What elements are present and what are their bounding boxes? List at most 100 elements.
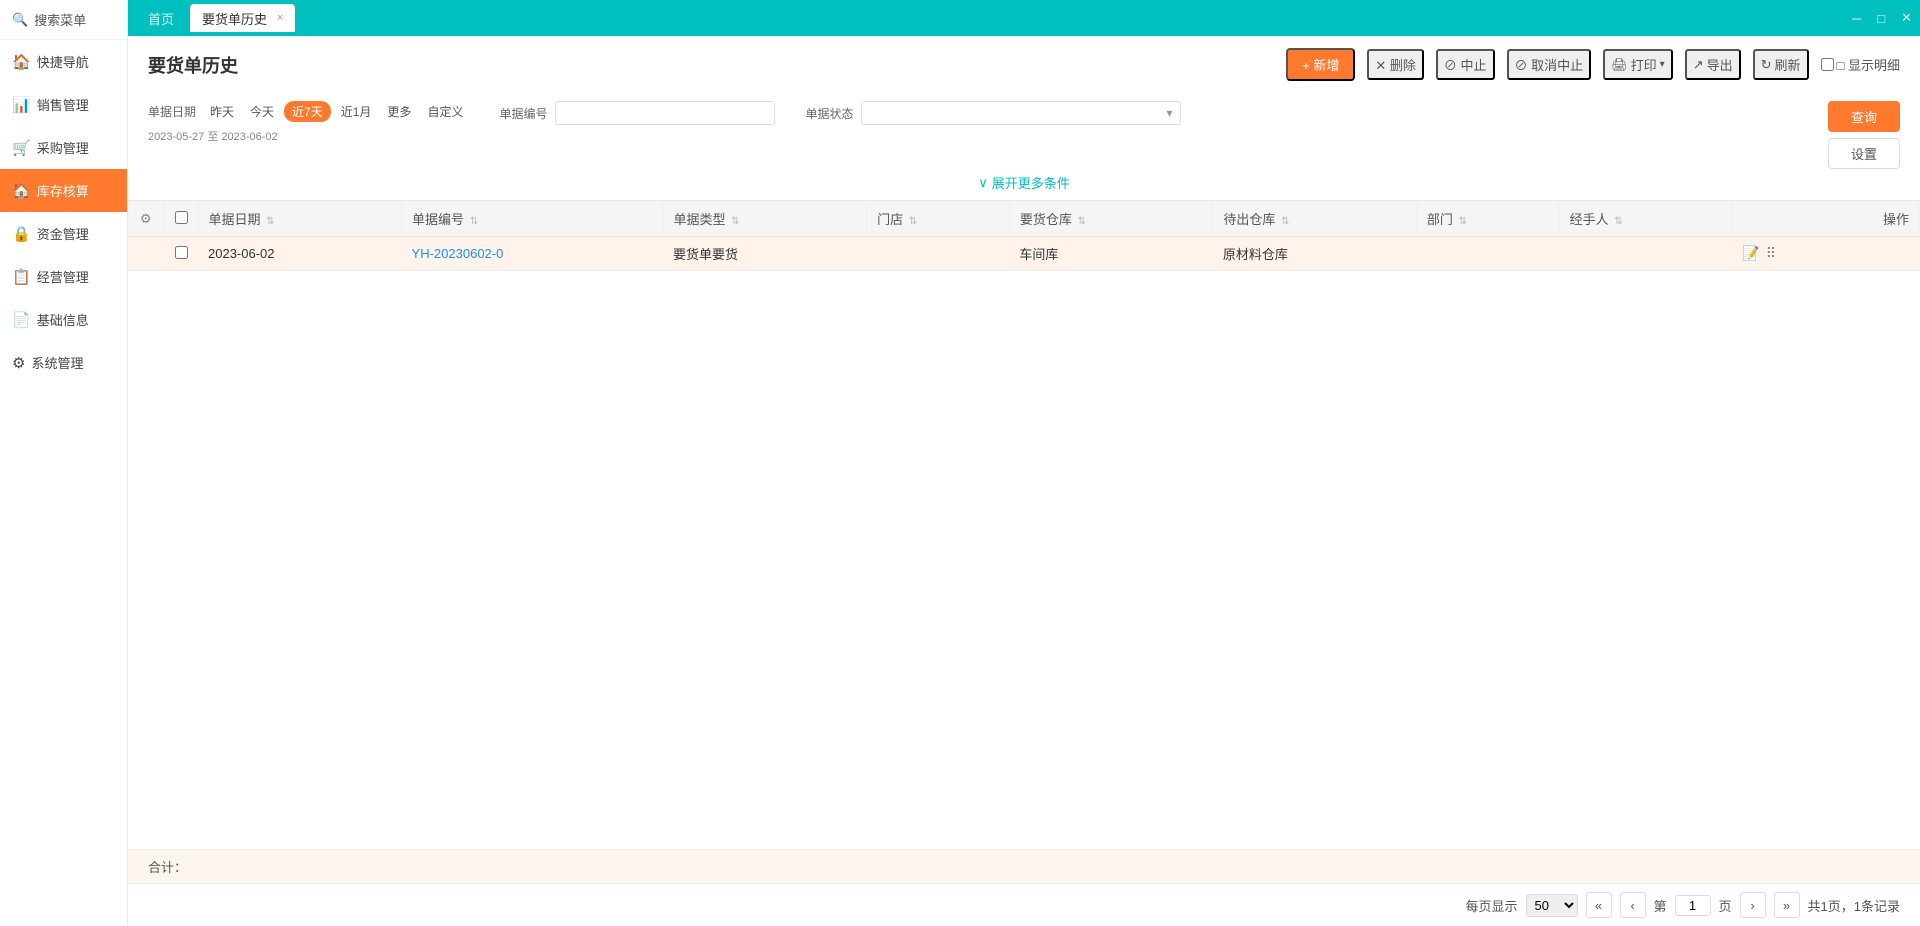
col-order-type[interactable]: 单据类型 ⇅ <box>663 201 867 237</box>
settings-col-header[interactable]: ⚙ <box>128 201 164 237</box>
sort-icon-order-no: ⇅ <box>470 216 478 227</box>
sort-icon-handler: ⇅ <box>1614 216 1622 227</box>
first-page-btn[interactable]: « <box>1586 892 1612 918</box>
date-btn-custom[interactable]: 自定义 <box>421 101 469 122</box>
tab-home[interactable]: 首页 <box>136 4 186 32</box>
table-footer: 合计： <box>128 849 1920 883</box>
status-filter-group: 单据状态 ▾ <box>805 101 1181 125</box>
sidebar-item-system[interactable]: ⚙ 系统管理 <box>0 341 127 384</box>
print-button[interactable]: 🖨 🖨 打印 打印 ▾ <box>1603 49 1673 80</box>
sidebar-item-basic[interactable]: 📄 基础信息 <box>0 298 127 341</box>
tab-close-icon[interactable]: × <box>277 12 283 24</box>
sidebar-item-sales[interactable]: 📊 销售管理 <box>0 83 127 126</box>
display-detail-checkbox[interactable] <box>1821 58 1834 71</box>
page-label: 第 <box>1654 896 1667 915</box>
sidebar-item-label: 库存核算 <box>37 181 89 200</box>
display-detail-button[interactable]: □ 显示明细 <box>1821 55 1900 74</box>
per-page-label: 每页显示 <box>1465 896 1517 915</box>
page-suffix: 页 <box>1719 896 1732 915</box>
date-btn-more[interactable]: 更多 <box>381 101 417 122</box>
col-action: 操作 <box>1732 201 1919 237</box>
col-store-label: 门店 <box>877 212 903 227</box>
sidebar-item-quick-nav[interactable]: 🏠 快捷导航 <box>0 40 127 83</box>
sidebar-item-finance[interactable]: 🔒 资金管理 <box>0 212 127 255</box>
sidebar-item-label: 资金管理 <box>37 224 89 243</box>
col-require-warehouse[interactable]: 要货仓库 ⇅ <box>1009 201 1213 237</box>
gear-icon: ⚙ <box>12 354 25 372</box>
row-checkbox-cell[interactable] <box>164 237 198 271</box>
col-pending-warehouse[interactable]: 待出仓库 ⇅ <box>1213 201 1417 237</box>
col-date[interactable]: 单据日期 ⇅ <box>198 201 402 237</box>
sidebar-item-label: 基础信息 <box>37 310 89 329</box>
new-button[interactable]: + 新增 <box>1286 48 1355 81</box>
order-table: ⚙ 单据日期 ⇅ 单据编号 ⇅ 单据类型 <box>128 201 1920 271</box>
content-area: 要货单历史 + 新增 ✕ 删除 ⊘ 中止 ⊘ 取消中止 🖨 🖨 打印 打印 ▾ … <box>128 36 1920 926</box>
expand-more-btn[interactable]: ∨ 展开更多条件 <box>148 169 1900 200</box>
col-department[interactable]: 部门 ⇅ <box>1416 201 1559 237</box>
prev-page-btn[interactable]: ‹ <box>1620 892 1646 918</box>
table-row: 2023-06-02 YH-20230602-0 要货单要货 车间库 原材料仓库 <box>128 237 1920 271</box>
sidebar-search[interactable]: 🔍 搜索菜单 <box>0 0 127 40</box>
col-date-label: 单据日期 <box>209 212 261 227</box>
print-dropdown-icon: ▾ <box>1660 59 1665 70</box>
col-department-label: 部门 <box>1427 212 1453 227</box>
checkbox-col-header[interactable] <box>164 201 198 237</box>
query-button[interactable]: 查询 <box>1828 101 1900 132</box>
date-btn-7days[interactable]: 近7天 <box>284 101 331 122</box>
stop-button[interactable]: ⊘ 中止 <box>1436 49 1495 80</box>
cart-icon: 🛒 <box>12 139 31 157</box>
window-minimize-btn[interactable]: ─ <box>1852 11 1861 26</box>
page-header: 要货单历史 + 新增 ✕ 删除 ⊘ 中止 ⊘ 取消中止 🖨 🖨 打印 打印 ▾ … <box>128 36 1920 201</box>
row-date: 2023-06-02 <box>198 237 402 271</box>
row-handler <box>1559 237 1732 271</box>
expand-more-label: 展开更多条件 <box>992 173 1070 192</box>
row-checkbox[interactable] <box>175 246 188 259</box>
search-icon: 🔍 <box>12 12 28 28</box>
refresh-icon: ↻ <box>1761 57 1772 73</box>
order-no-input[interactable] <box>555 101 775 125</box>
refresh-button[interactable]: ↻ 刷新 <box>1753 49 1809 80</box>
window-maximize-btn[interactable]: □ <box>1877 11 1885 26</box>
lock-icon: 🔒 <box>12 225 31 243</box>
row-edit-btn[interactable]: 📝 <box>1742 245 1759 262</box>
row-detail-btn[interactable]: ⠿ <box>1766 245 1776 262</box>
date-btn-yesterday[interactable]: 昨天 <box>204 101 240 122</box>
sidebar-item-label: 销售管理 <box>37 95 89 114</box>
date-buttons: 昨天 今天 近7天 近1月 更多 自定义 <box>204 101 469 122</box>
row-order-no-link[interactable]: YH-20230602-0 <box>412 246 504 261</box>
filter-setting-button[interactable]: 设置 <box>1828 138 1900 169</box>
chevron-down-icon: ∨ <box>978 175 988 191</box>
tab-order-history[interactable]: 要货单历史 × <box>190 4 295 32</box>
per-page-select[interactable]: 50 10 20 100 <box>1526 894 1578 917</box>
select-all-checkbox[interactable] <box>175 211 188 224</box>
total-label: 共1页，1条记录 <box>1808 896 1900 915</box>
col-require-warehouse-label: 要货仓库 <box>1020 212 1072 227</box>
last-page-btn[interactable]: » <box>1774 892 1800 918</box>
date-btn-1month[interactable]: 近1月 <box>335 101 378 122</box>
page-input[interactable] <box>1675 895 1711 916</box>
next-page-btn[interactable]: › <box>1740 892 1766 918</box>
cancel-stop-button[interactable]: ⊘ 取消中止 <box>1507 49 1592 80</box>
status-dropdown-icon: ▾ <box>1166 106 1172 120</box>
table-header-row: ⚙ 单据日期 ⇅ 单据编号 ⇅ 单据类型 <box>128 201 1920 237</box>
sum-label: 合计： <box>148 857 187 876</box>
row-pending-warehouse: 原材料仓库 <box>1213 237 1417 271</box>
date-btn-today[interactable]: 今天 <box>244 101 280 122</box>
display-detail-label: □ 显示明细 <box>1837 55 1900 74</box>
col-order-no[interactable]: 单据编号 ⇅ <box>402 201 663 237</box>
status-select[interactable]: ▾ <box>861 101 1181 125</box>
tab-home-label: 首页 <box>148 9 174 28</box>
clipboard-icon: 📋 <box>12 268 31 286</box>
sidebar-item-inventory[interactable]: 🏠 库存核算 <box>0 169 127 212</box>
export-icon: ↗ <box>1693 57 1704 73</box>
col-handler[interactable]: 经手人 ⇅ <box>1559 201 1732 237</box>
sidebar-item-operation[interactable]: 📋 经营管理 <box>0 255 127 298</box>
document-icon: 📄 <box>12 311 31 329</box>
col-store[interactable]: 门店 ⇅ <box>867 201 1010 237</box>
window-close-btn[interactable]: ✕ <box>1901 10 1912 26</box>
export-button[interactable]: ↗ 导出 <box>1685 49 1741 80</box>
home-icon: 🏠 <box>12 53 31 71</box>
delete-button[interactable]: ✕ 删除 <box>1367 49 1424 80</box>
sidebar-item-purchase[interactable]: 🛒 采购管理 <box>0 126 127 169</box>
status-label: 单据状态 <box>805 105 853 122</box>
